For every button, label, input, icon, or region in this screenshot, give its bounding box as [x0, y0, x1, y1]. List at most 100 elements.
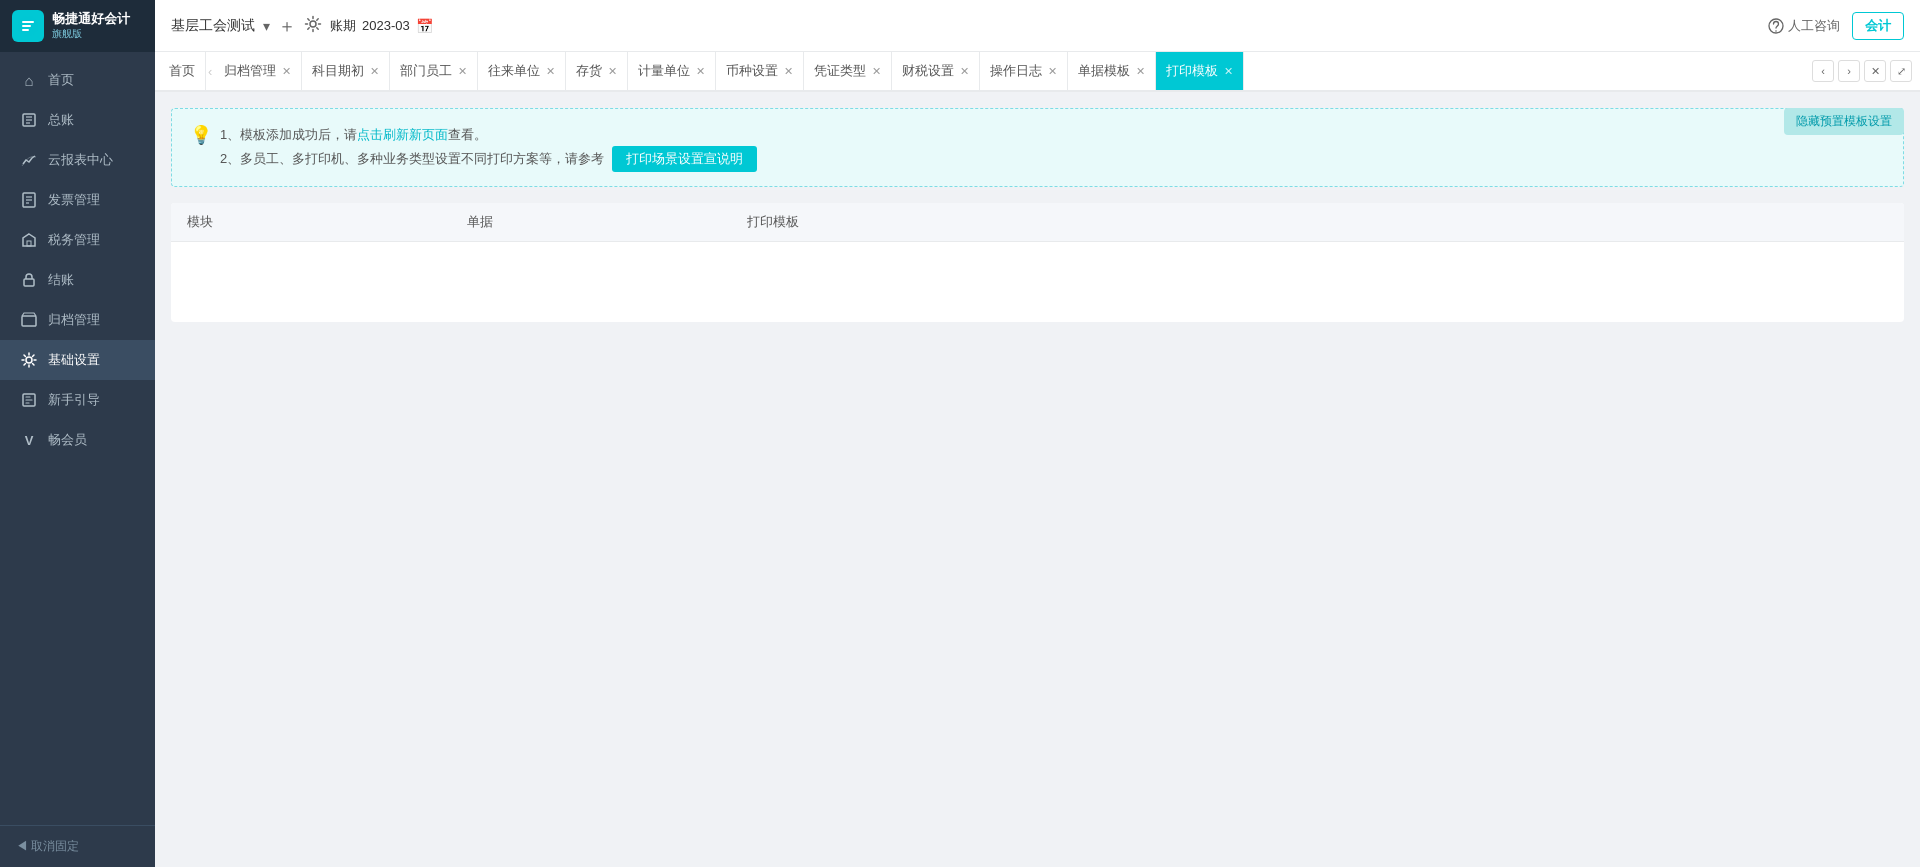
tab-close-unit[interactable]: ✕ — [696, 66, 705, 77]
tab-unit[interactable]: 计量单位 ✕ — [628, 52, 716, 91]
tab-contact[interactable]: 往来单位 ✕ — [478, 52, 566, 91]
sidebar-item-label: 税务管理 — [48, 231, 100, 249]
sidebar-item-tax[interactable]: 税务管理 — [0, 220, 155, 260]
sidebar-item-label: 畅会员 — [48, 431, 87, 449]
service-label: 人工咨询 — [1788, 17, 1840, 35]
sidebar-item-label: 归档管理 — [48, 311, 100, 329]
table-body — [171, 242, 1904, 322]
sidebar-item-archive[interactable]: 归档管理 — [0, 300, 155, 340]
settings-icon — [20, 351, 38, 369]
tab-inventory[interactable]: 存货 ✕ — [566, 52, 628, 91]
tab-expand[interactable]: ⤢ — [1890, 60, 1912, 82]
tab-voucher[interactable]: 凭证类型 ✕ — [804, 52, 892, 91]
svg-rect-11 — [22, 316, 36, 326]
invoice-icon — [20, 191, 38, 209]
col-header-module: 模块 — [187, 213, 467, 231]
tab-subject[interactable]: 科目期初 ✕ — [302, 52, 390, 91]
tab-archive[interactable]: 归档管理 ✕ — [214, 52, 302, 91]
tab-close-print[interactable]: ✕ — [1224, 66, 1233, 77]
home-icon: ⌂ — [20, 71, 38, 89]
tab-home[interactable]: 首页 — [159, 52, 206, 91]
sidebar-item-close[interactable]: 结账 — [0, 260, 155, 300]
service-button[interactable]: 人工咨询 — [1768, 17, 1840, 35]
ledger-icon — [20, 111, 38, 129]
tab-nav-prev[interactable]: ‹ — [206, 64, 214, 79]
sidebar-item-label: 首页 — [48, 71, 74, 89]
sidebar-item-member[interactable]: V 畅会员 — [0, 420, 155, 460]
tab-receipt[interactable]: 单据模板 ✕ — [1068, 52, 1156, 91]
notice-text: 1、模板添加成功后，请点击刷新新页面查看。 2、多员工、多打印机、多种业务类型设… — [220, 123, 757, 172]
company-name: 基层工会测试 — [171, 17, 255, 35]
tab-close-contact[interactable]: ✕ — [546, 66, 555, 77]
tab-dept[interactable]: 部门员工 ✕ — [390, 52, 478, 91]
tab-close-oplog[interactable]: ✕ — [1048, 66, 1057, 77]
hide-template-button[interactable]: 隐藏预置模板设置 — [1784, 108, 1904, 135]
tab-taxset[interactable]: 财税设置 ✕ — [892, 52, 980, 91]
print-scene-button[interactable]: 打印场景设置宣说明 — [612, 146, 757, 172]
archive-icon — [20, 311, 38, 329]
sidebar-item-settings[interactable]: 基础设置 — [0, 340, 155, 380]
svg-point-16 — [1775, 30, 1777, 32]
tab-close-all[interactable]: ✕ — [1864, 60, 1886, 82]
table-header: 模块 单据 打印模板 — [171, 203, 1904, 242]
sidebar-item-label: 基础设置 — [48, 351, 100, 369]
content-area: 隐藏预置模板设置 💡 1、模板添加成功后，请点击刷新新页面查看。 2、多员工、多… — [155, 92, 1920, 867]
tab-scroll-right[interactable]: › — [1838, 60, 1860, 82]
tab-close-voucher[interactable]: ✕ — [872, 66, 881, 77]
company-dropdown-icon[interactable]: ▾ — [263, 18, 270, 34]
period-display: 账期 2023-03 📅 — [330, 17, 433, 35]
col-header-template: 打印模板 — [747, 213, 1888, 231]
tabbar: 首页 ‹ 归档管理 ✕ 科目期初 ✕ 部门员工 ✕ 往来单位 ✕ 存货 ✕ 计量… — [155, 52, 1920, 92]
notice-line1: 1、模板添加成功后，请点击刷新新页面查看。 — [220, 123, 757, 146]
sidebar-item-label: 云报表中心 — [48, 151, 113, 169]
col-header-danju: 单据 — [467, 213, 747, 231]
svg-rect-10 — [24, 279, 34, 286]
logo-sub: 旗舰版 — [52, 27, 130, 41]
bulb-icon: 💡 — [190, 124, 212, 146]
tab-scroll-left[interactable]: ‹ — [1812, 60, 1834, 82]
svg-point-12 — [26, 357, 32, 363]
settings-gear-icon[interactable] — [304, 15, 322, 37]
calendar-icon[interactable]: 📅 — [416, 18, 433, 34]
sidebar-item-label: 发票管理 — [48, 191, 100, 209]
sidebar-nav: ⌂ 首页 总账 云报表中心 发票管理 税务管理 — [0, 52, 155, 825]
logo-icon — [12, 10, 44, 42]
tab-nav-buttons: ‹ › ✕ ⤢ — [1812, 60, 1916, 82]
tab-close-taxset[interactable]: ✕ — [960, 66, 969, 77]
sidebar-item-label: 新手引导 — [48, 391, 100, 409]
sidebar-item-home[interactable]: ⌂ 首页 — [0, 60, 155, 100]
svg-point-14 — [310, 21, 316, 27]
sidebar-item-label: 总账 — [48, 111, 74, 129]
notice-card: 💡 1、模板添加成功后，请点击刷新新页面查看。 2、多员工、多打印机、多种业务类… — [171, 108, 1904, 187]
kuaiji-button[interactable]: 会计 — [1852, 12, 1904, 40]
sidebar-item-guide[interactable]: 新手引导 — [0, 380, 155, 420]
sidebar-item-report[interactable]: 云报表中心 — [0, 140, 155, 180]
main-area: 基层工会测试 ▾ ＋ 账期 2023-03 📅 人工咨询 会计 首页 ‹ 归档管… — [155, 0, 1920, 867]
tab-close-subject[interactable]: ✕ — [370, 66, 379, 77]
member-icon: V — [20, 431, 38, 449]
guide-icon — [20, 391, 38, 409]
tab-close-inventory[interactable]: ✕ — [608, 66, 617, 77]
app-logo: 畅捷通好会计 旗舰版 — [0, 0, 155, 52]
topbar: 基层工会测试 ▾ ＋ 账期 2023-03 📅 人工咨询 会计 — [155, 0, 1920, 52]
add-tab-button[interactable]: ＋ — [278, 14, 296, 38]
tab-close-dept[interactable]: ✕ — [458, 66, 467, 77]
period-value: 2023-03 — [362, 18, 410, 33]
sidebar: 畅捷通好会计 旗舰版 ⌂ 首页 总账 云报表中心 发票管理 — [0, 0, 155, 867]
tax-icon — [20, 231, 38, 249]
tab-oplog[interactable]: 操作日志 ✕ — [980, 52, 1068, 91]
tab-close-archive[interactable]: ✕ — [282, 66, 291, 77]
tab-close-receipt[interactable]: ✕ — [1136, 66, 1145, 77]
unpin-button[interactable]: ◀ 取消固定 — [0, 825, 155, 867]
period-label: 账期 — [330, 17, 356, 35]
report-icon — [20, 151, 38, 169]
logo-title: 畅捷通好会计 — [52, 11, 130, 27]
refresh-link[interactable]: 点击刷新新页面 — [357, 127, 448, 142]
sidebar-item-invoice[interactable]: 发票管理 — [0, 180, 155, 220]
sidebar-item-ledger[interactable]: 总账 — [0, 100, 155, 140]
tab-currency[interactable]: 币种设置 ✕ — [716, 52, 804, 91]
tab-print[interactable]: 打印模板 ✕ — [1156, 52, 1244, 91]
unpin-label: ◀ 取消固定 — [16, 838, 79, 855]
template-table: 模块 单据 打印模板 — [171, 203, 1904, 322]
tab-close-currency[interactable]: ✕ — [784, 66, 793, 77]
